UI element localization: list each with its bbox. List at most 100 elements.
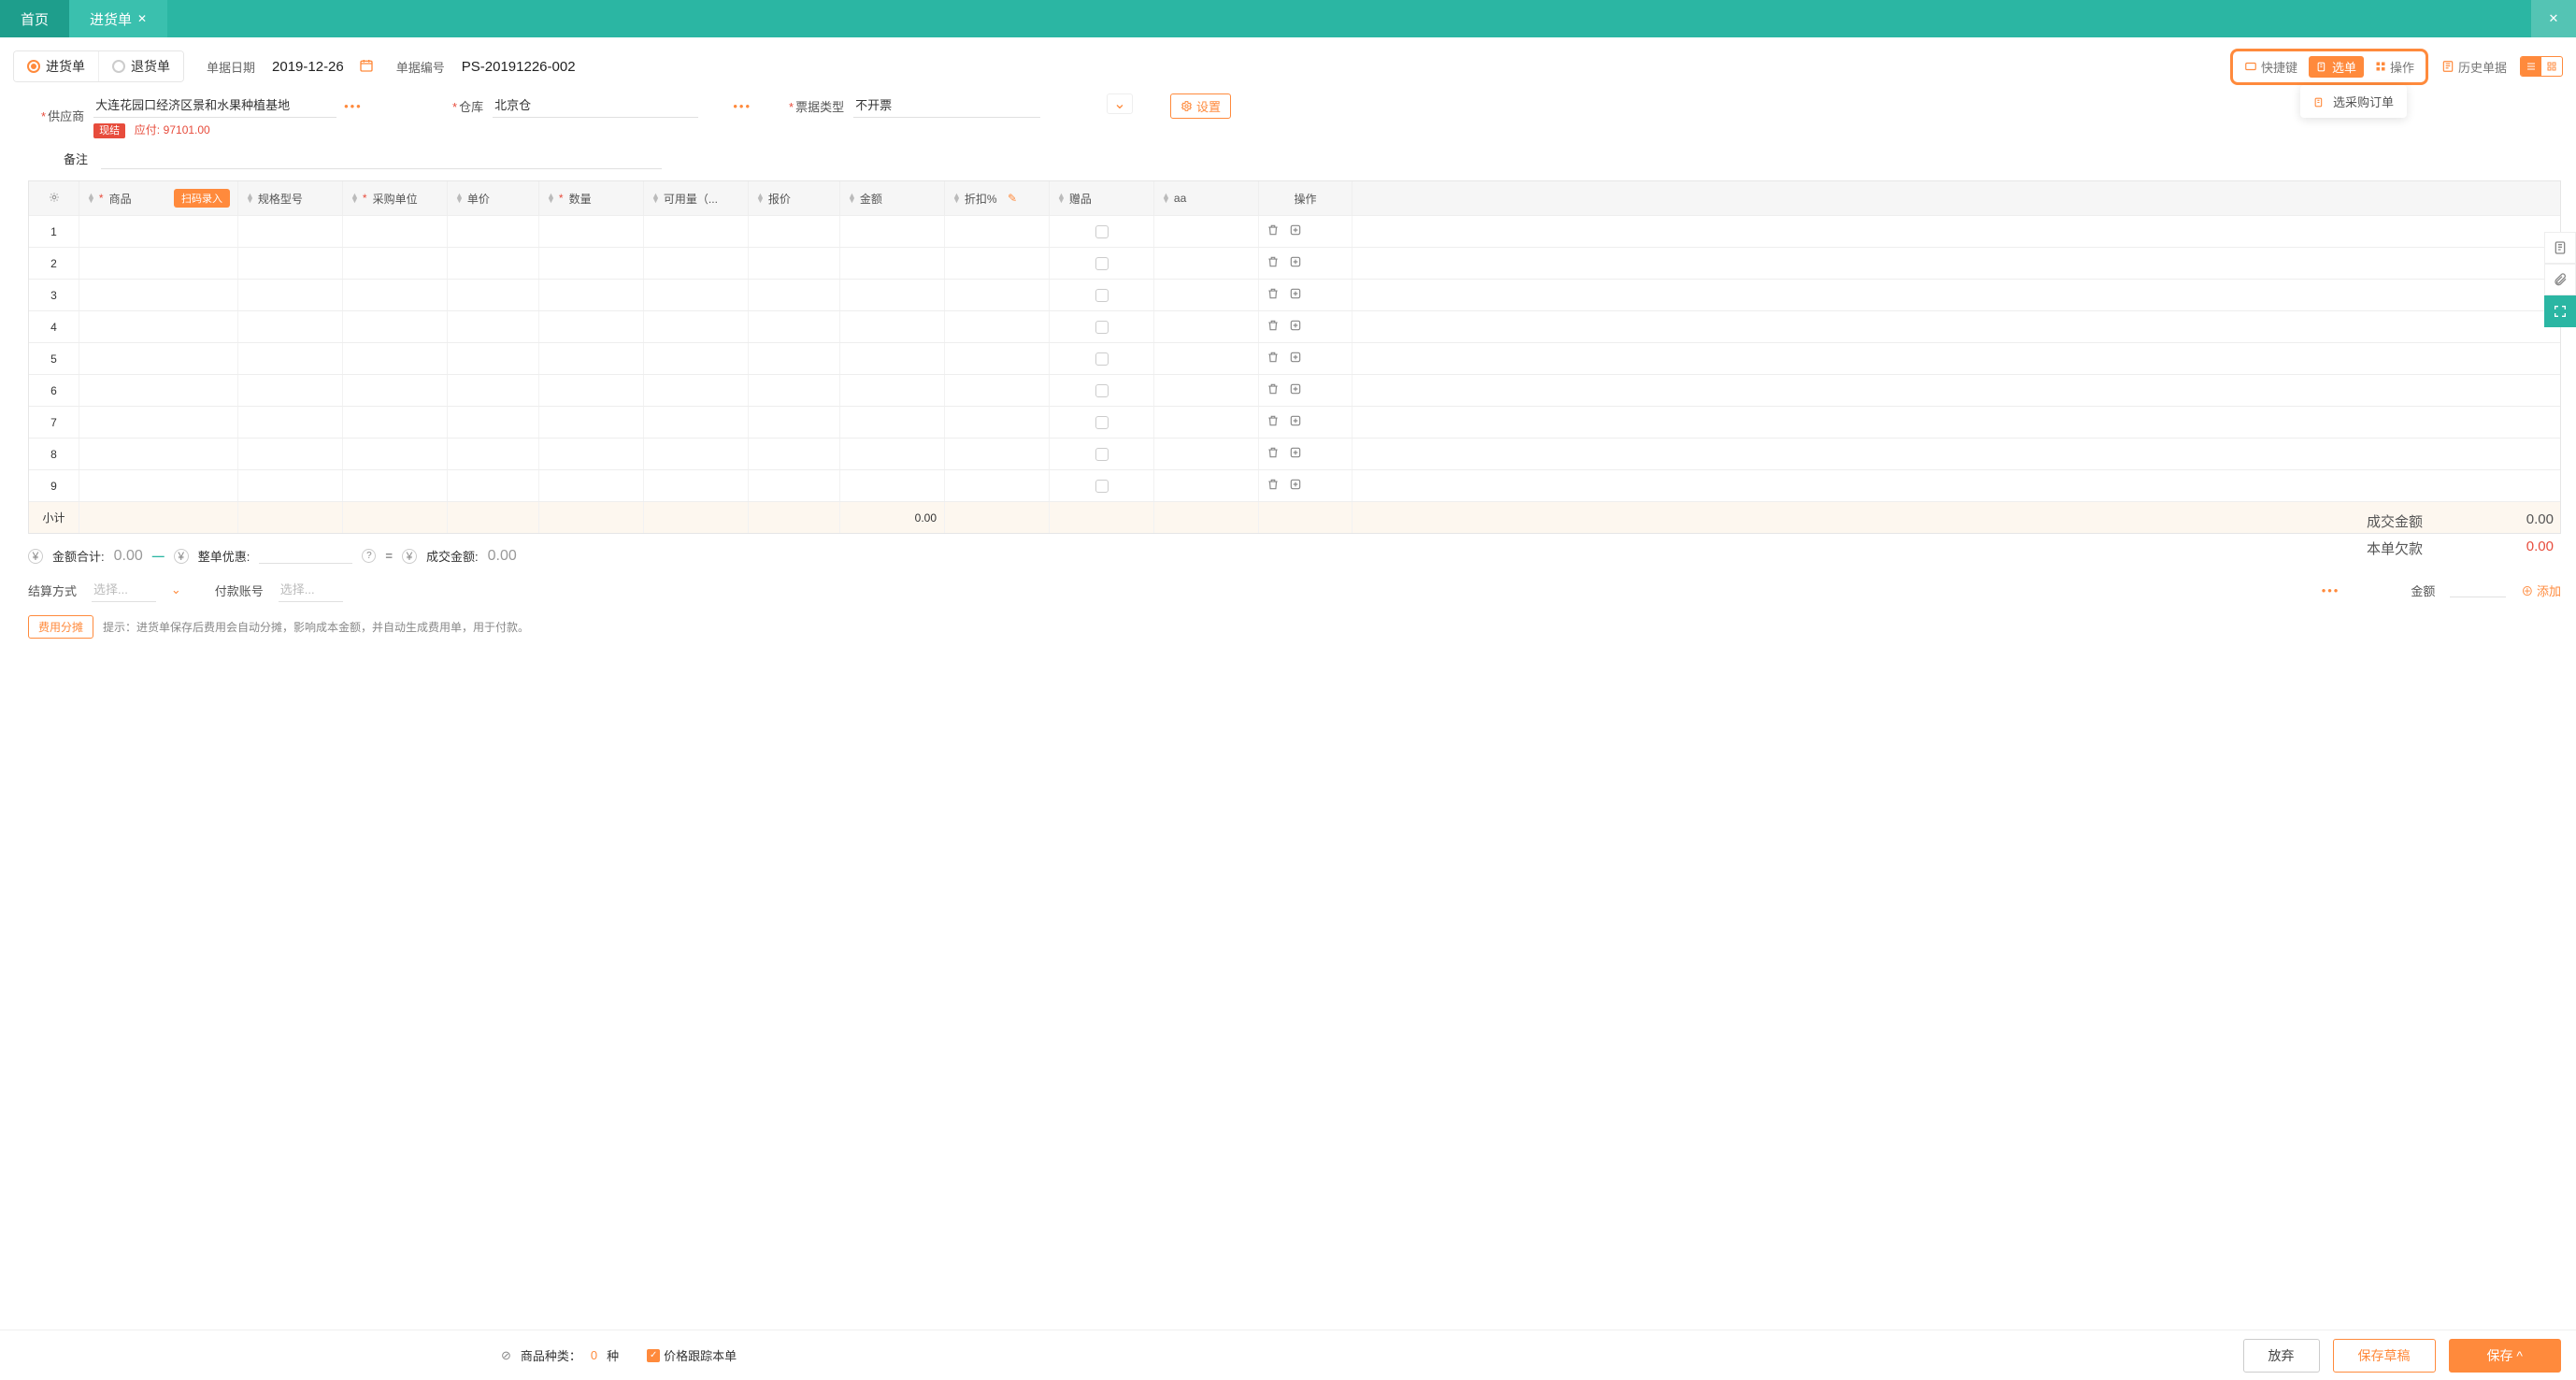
- delete-icon[interactable]: [1267, 478, 1280, 494]
- settings-button[interactable]: 设置: [1170, 93, 1231, 119]
- view-grid-icon[interactable]: [2541, 57, 2562, 76]
- table-row[interactable]: 9: [29, 469, 2560, 501]
- add-row-icon[interactable]: [1289, 255, 1302, 271]
- table-row[interactable]: 8: [29, 438, 2560, 469]
- gift-checkbox[interactable]: [1095, 257, 1109, 270]
- chevron-down-icon[interactable]: ⌄: [171, 582, 181, 597]
- add-row-icon[interactable]: [1289, 414, 1302, 430]
- items-grid: ▲▼*商品扫码录入 ▲▼规格型号 ▲▼*采购单位 ▲▼单价 ▲▼*数量 ▲▼可用…: [28, 180, 2561, 534]
- more-icon[interactable]: •••: [733, 99, 751, 113]
- footer-bar: ⊘ 商品种类： 0 种 ✓ 价格跟踪本单 放弃 保存草稿 保存 ^: [0, 1330, 2576, 1380]
- remark-input[interactable]: [101, 147, 662, 169]
- radio-selected-icon: [27, 60, 40, 73]
- gift-checkbox[interactable]: [1095, 289, 1109, 302]
- more-icon[interactable]: •••: [2322, 583, 2340, 597]
- supplier-value[interactable]: 大连花园口经济区景和水果种植基地: [93, 93, 336, 118]
- gift-checkbox[interactable]: [1095, 384, 1109, 397]
- subtab-purchase[interactable]: 进货单: [14, 51, 98, 81]
- pay-account-select[interactable]: 选择...: [279, 578, 343, 602]
- gift-checkbox[interactable]: [1095, 480, 1109, 493]
- view-toggle: [2520, 56, 2563, 77]
- window-close-button[interactable]: ✕: [2531, 0, 2576, 37]
- track-checkbox[interactable]: ✓: [647, 1349, 660, 1362]
- yen-icon: ¥: [402, 549, 417, 564]
- save-draft-button[interactable]: 保存草稿: [2333, 1339, 2436, 1373]
- history-button[interactable]: 历史单据: [2436, 55, 2512, 79]
- due-label: 应付:: [135, 123, 160, 137]
- yen-icon: ¥: [28, 549, 43, 564]
- view-list-icon[interactable]: [2521, 57, 2541, 76]
- gift-checkbox[interactable]: [1095, 225, 1109, 238]
- table-row[interactable]: 7: [29, 406, 2560, 438]
- gear-icon[interactable]: [48, 191, 61, 207]
- fullscreen-icon[interactable]: [2544, 295, 2576, 327]
- due-amount: 97101.00: [164, 123, 210, 137]
- add-row-icon[interactable]: [1289, 287, 1302, 303]
- save-button[interactable]: 保存 ^: [2449, 1339, 2561, 1373]
- close-icon[interactable]: ✕: [137, 12, 147, 25]
- add-row-icon[interactable]: [1289, 319, 1302, 335]
- invoice-value[interactable]: 不开票: [853, 93, 1040, 118]
- shortcut-button[interactable]: 快捷键: [2239, 55, 2303, 79]
- table-row[interactable]: 4: [29, 310, 2560, 342]
- add-row-icon[interactable]: [1289, 223, 1302, 239]
- delete-icon[interactable]: [1267, 414, 1280, 430]
- delete-icon[interactable]: [1267, 351, 1280, 367]
- table-row[interactable]: 2: [29, 247, 2560, 279]
- gift-checkbox[interactable]: [1095, 321, 1109, 334]
- scan-button[interactable]: 扫码录入: [174, 189, 230, 208]
- settle-method-select[interactable]: 选择...: [92, 578, 156, 602]
- subtotal-amount: 0.00: [840, 502, 945, 533]
- delete-icon[interactable]: [1267, 319, 1280, 335]
- note-icon[interactable]: [2544, 232, 2576, 264]
- add-row-icon[interactable]: [1289, 351, 1302, 367]
- supplier-field: *供应商 大连花园口经济区景和水果种植基地 ••• 现结 应付: 97101.0…: [41, 93, 415, 137]
- table-row[interactable]: 5: [29, 342, 2560, 374]
- remark-label: 备注: [64, 150, 88, 167]
- date-value[interactable]: 2019-12-26: [272, 59, 344, 75]
- tab-purchase[interactable]: 进货单 ✕: [69, 0, 167, 37]
- summary-box: 成交金额0.00 本单欠款0.00: [2357, 498, 2563, 571]
- gift-checkbox[interactable]: [1095, 352, 1109, 366]
- operate-button[interactable]: 操作: [2369, 55, 2420, 79]
- table-row[interactable]: 6: [29, 374, 2560, 406]
- delete-icon[interactable]: [1267, 382, 1280, 398]
- add-row-icon[interactable]: [1289, 382, 1302, 398]
- minus-icon: —: [152, 549, 165, 563]
- more-icon[interactable]: •••: [344, 99, 363, 113]
- add-button[interactable]: ⊕ 添加: [2521, 582, 2561, 599]
- edit-icon[interactable]: ✎: [1008, 192, 1017, 205]
- help-icon[interactable]: ?: [362, 549, 376, 563]
- table-row[interactable]: 1: [29, 215, 2560, 247]
- tab-home[interactable]: 首页: [0, 0, 69, 37]
- delete-icon[interactable]: [1267, 223, 1280, 239]
- equals-icon: =: [385, 549, 393, 563]
- gift-checkbox[interactable]: [1095, 448, 1109, 461]
- table-row[interactable]: 3: [29, 279, 2560, 310]
- settlement-row: 结算方式 选择... ⌄ 付款账号 选择... ••• 金额 ⊕ 添加: [7, 570, 2569, 608]
- add-row-icon[interactable]: [1289, 478, 1302, 494]
- delete-icon[interactable]: [1267, 287, 1280, 303]
- discard-button[interactable]: 放弃: [2243, 1339, 2320, 1373]
- fee-allocate-button[interactable]: 费用分摊: [28, 615, 93, 639]
- subtab-return[interactable]: 退货单: [98, 51, 183, 81]
- add-row-icon[interactable]: [1289, 446, 1302, 462]
- sum-value: 0.00: [114, 548, 143, 565]
- warehouse-value[interactable]: 北京仓: [493, 93, 698, 118]
- warehouse-field: *仓库 北京仓 •••: [452, 93, 751, 118]
- calendar-icon[interactable]: [359, 58, 374, 76]
- doc-type-tabs: 进货单 退货单: [13, 50, 184, 82]
- settle-now-badge: 现结: [93, 123, 125, 138]
- ban-icon: ⊘: [501, 1348, 511, 1363]
- deal-value: 0.00: [488, 548, 517, 565]
- chevron-down-icon[interactable]: ⌄: [1107, 93, 1133, 114]
- kinds-count: 0: [591, 1348, 597, 1362]
- delete-icon[interactable]: [1267, 446, 1280, 462]
- select-purchase-order-popover[interactable]: 选采购订单: [2300, 85, 2407, 118]
- select-doc-button[interactable]: 选单: [2309, 56, 2364, 78]
- attachment-icon[interactable]: [2544, 264, 2576, 295]
- docno-value: PS-20191226-002: [462, 59, 576, 75]
- delete-icon[interactable]: [1267, 255, 1280, 271]
- yen-icon: ¥: [174, 549, 189, 564]
- gift-checkbox[interactable]: [1095, 416, 1109, 429]
